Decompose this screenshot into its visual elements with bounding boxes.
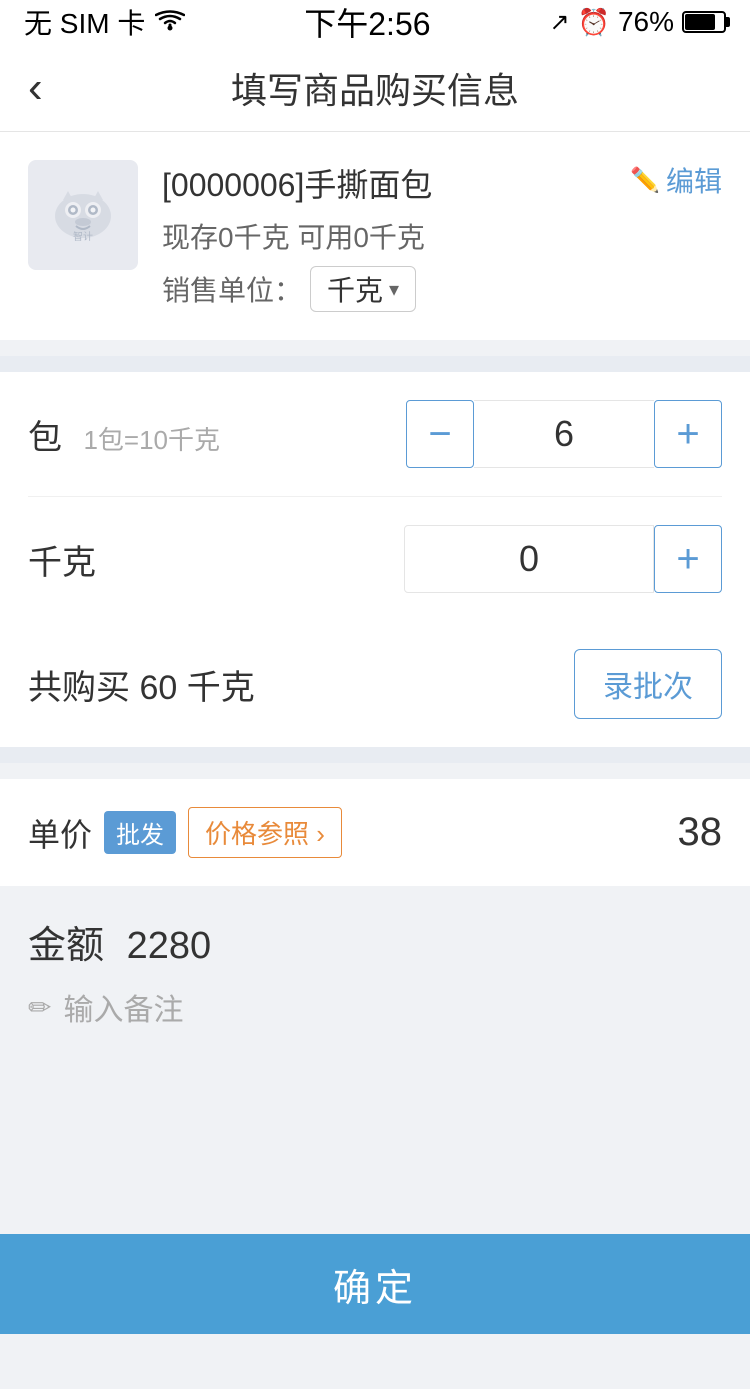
amount-label: 金额 — [28, 925, 104, 967]
status-time: 下午2:56 — [304, 0, 430, 45]
amount-row: 金额 2280 — [28, 914, 722, 969]
confirm-button-container: 确定 — [0, 1234, 750, 1334]
edit-icon: ✏️ — [630, 166, 660, 195]
unit-select[interactable]: 千克 — [310, 266, 416, 312]
summary-text: 共购买 60 千克 — [28, 660, 255, 709]
product-stock: 现存0千克 可用0千克 — [162, 216, 722, 256]
nav-bar: ‹ 填写商品购买信息 — [0, 44, 750, 132]
remark-row[interactable]: ✏ 输入备注 — [28, 985, 722, 1029]
empty-space — [0, 1049, 750, 1389]
carrier-text: 无 SIM 卡 — [24, 2, 145, 42]
back-button[interactable]: ‹ — [28, 66, 43, 110]
amount-section: 金额 2280 ✏ 输入备注 — [0, 886, 750, 1049]
edit-label: 编辑 — [666, 160, 722, 200]
price-value: 38 — [678, 810, 723, 855]
batch-button[interactable]: 录批次 — [574, 649, 722, 719]
package-hint: 1包=10千克 — [83, 425, 220, 455]
package-decrement-button[interactable]: − — [406, 400, 474, 468]
price-ref-label: 价格参照 › — [205, 814, 325, 851]
product-section: 智计 [0000006]手撕面包 ✏️ 编辑 现存0千克 可用0千克 销售单位：… — [0, 132, 750, 340]
summary-section: 共购买 60 千克 录批次 — [0, 621, 750, 747]
status-left: 无 SIM 卡 — [24, 2, 185, 42]
wifi-icon — [155, 6, 185, 38]
battery-icon — [682, 11, 726, 33]
status-right: ↗ ⏰ 76% — [549, 6, 726, 38]
pencil-icon: ✏ — [28, 991, 51, 1024]
product-info: [0000006]手撕面包 ✏️ 编辑 现存0千克 可用0千克 销售单位： 千克 — [162, 160, 722, 312]
package-increment-button[interactable]: + — [654, 400, 722, 468]
package-label: 包 1包=10千克 — [28, 410, 406, 459]
battery-percent: 76% — [618, 6, 674, 38]
confirm-button[interactable]: 确定 — [0, 1234, 750, 1334]
location-icon: ↗ — [549, 8, 569, 37]
kg-row: 千克 + — [28, 497, 722, 621]
package-control: − + — [406, 400, 722, 468]
divider-2 — [0, 747, 750, 763]
kg-input[interactable] — [404, 525, 654, 593]
alarm-icon: ⏰ — [578, 7, 610, 38]
quantity-section: 包 1包=10千克 − + 千克 + — [0, 372, 750, 621]
status-bar: 无 SIM 卡 下午2:56 ↗ ⏰ 76% — [0, 0, 750, 44]
price-tag: 批发 — [104, 811, 176, 854]
divider-1 — [0, 356, 750, 372]
package-row: 包 1包=10千克 − + — [28, 372, 722, 497]
product-name: [0000006]手撕面包 — [162, 160, 432, 206]
kg-increment-button[interactable]: + — [654, 525, 722, 593]
kg-control: + — [404, 525, 722, 593]
price-section: 单价 批发 价格参照 › 38 — [0, 779, 750, 886]
price-label: 单价 批发 价格参照 › — [28, 807, 342, 858]
product-unit: 销售单位： 千克 — [162, 266, 722, 312]
kg-label: 千克 — [28, 535, 404, 584]
unit-label: 销售单位： — [162, 269, 302, 309]
edit-button[interactable]: ✏️ 编辑 — [630, 160, 722, 200]
price-ref-button[interactable]: 价格参照 › — [188, 807, 342, 858]
svg-text:智计: 智计 — [73, 230, 93, 243]
package-input[interactable] — [474, 400, 654, 468]
amount-value: 2280 — [127, 925, 212, 967]
page-title: 填写商品购买信息 — [231, 62, 519, 114]
product-image: 智计 — [28, 160, 138, 270]
price-text: 单价 — [28, 810, 92, 856]
remark-placeholder: 输入备注 — [63, 985, 183, 1029]
